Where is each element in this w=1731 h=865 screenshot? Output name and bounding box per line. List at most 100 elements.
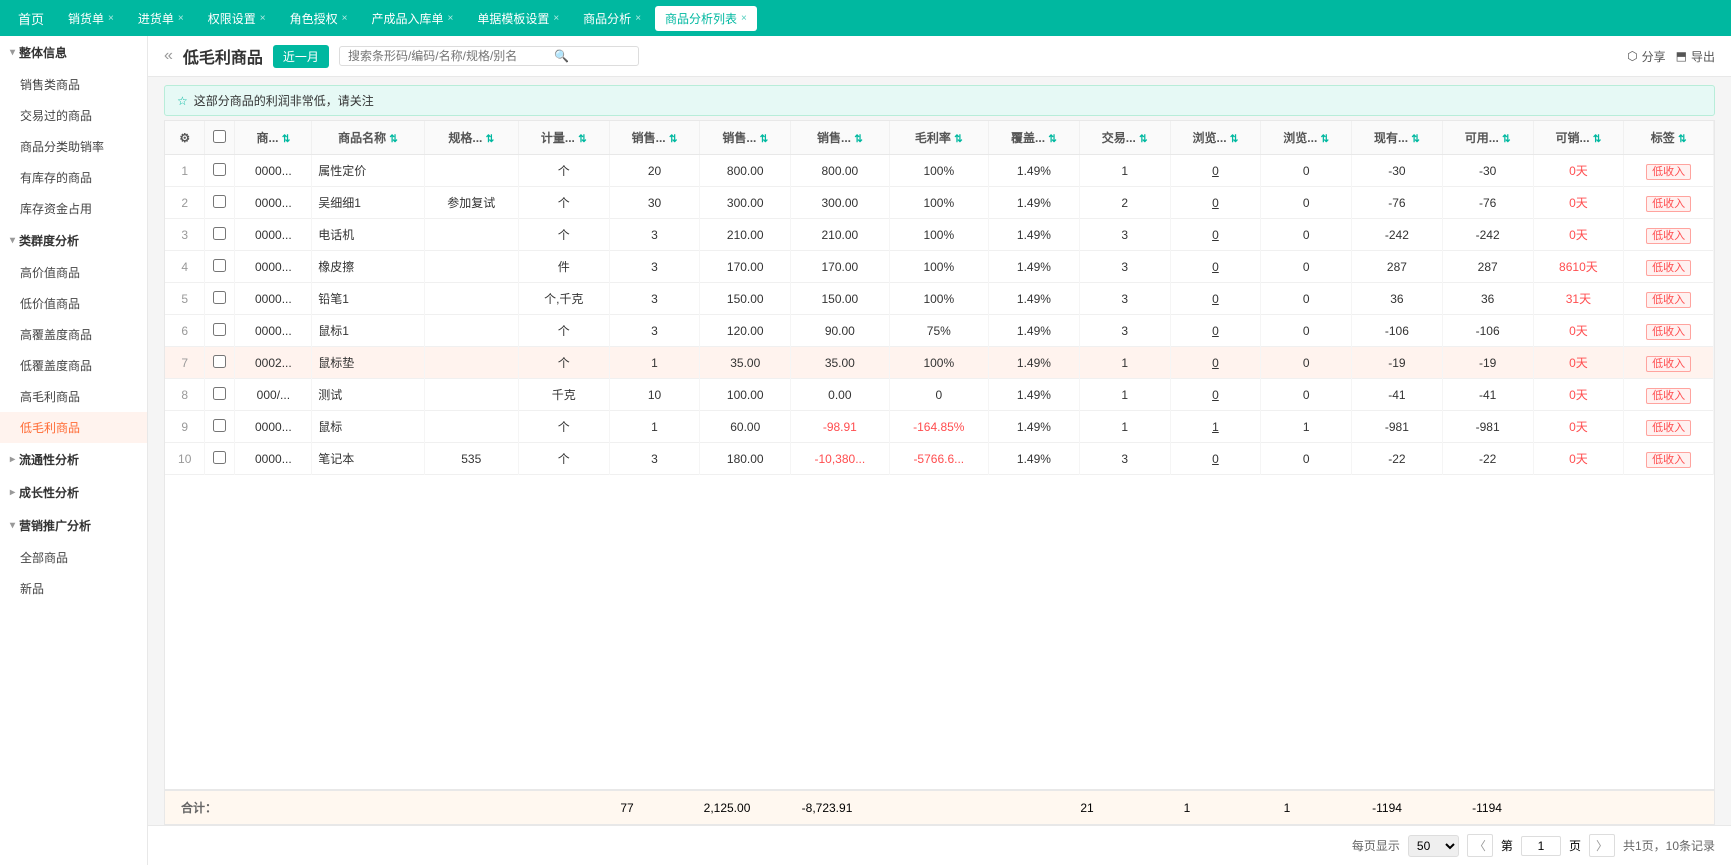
row-checkbox[interactable] (213, 163, 226, 176)
select-all-checkbox[interactable] (213, 130, 226, 143)
nav-close-product-analysis-list[interactable]: × (741, 13, 747, 24)
sidebar-item-new-products[interactable]: 新品 (0, 573, 147, 604)
sidebar-item-low-margin[interactable]: 低毛利商品 (0, 412, 147, 443)
col-sales-qty[interactable]: 销售... ⇅ (609, 121, 700, 155)
sidebar-item-capital[interactable]: 库存资金占用 (0, 193, 147, 224)
cell-browse1[interactable]: 0 (1170, 443, 1261, 475)
col-sales-amount[interactable]: 销售... ⇅ (700, 121, 791, 155)
col-tag[interactable]: 标签 ⇅ (1624, 121, 1714, 155)
row-checkbox[interactable] (213, 291, 226, 304)
col-browse1[interactable]: 浏览... ⇅ (1170, 121, 1261, 155)
col-spec[interactable]: 规格... ⇅ (424, 121, 518, 155)
nav-item-permissions[interactable]: 权限设置 × (198, 6, 276, 31)
export-button[interactable]: ⬒ 导出 (1676, 48, 1715, 65)
row-checkbox[interactable] (213, 323, 226, 336)
col-current-stock[interactable]: 现有... ⇅ (1352, 121, 1443, 155)
search-icon[interactable]: 🔍 (554, 49, 569, 63)
sidebar-section-marketing[interactable]: ▾ 营销推广分析 (0, 509, 147, 542)
sidebar-section-overall[interactable]: ▾ 整体信息 (0, 36, 147, 69)
sidebar-item-high-value[interactable]: 高价值商品 (0, 257, 147, 288)
cell-checkbox[interactable] (205, 187, 235, 219)
nav-item-purchase[interactable]: 进货单 × (128, 6, 194, 31)
sidebar-item-category-rate[interactable]: 商品分类助销率 (0, 131, 147, 162)
row-checkbox[interactable] (213, 227, 226, 240)
col-browse2[interactable]: 浏览... ⇅ (1261, 121, 1352, 155)
cell-current-stock: -22 (1352, 443, 1443, 475)
nav-item-role[interactable]: 角色授权 × (280, 6, 358, 31)
col-name[interactable]: 商品名称 ⇅ (312, 121, 424, 155)
cell-browse1[interactable]: 0 (1170, 283, 1261, 315)
cell-transaction: 1 (1079, 379, 1170, 411)
col-checkbox[interactable] (205, 121, 235, 155)
cell-checkbox[interactable] (205, 155, 235, 187)
col-sales-profit[interactable]: 销售... ⇅ (791, 121, 889, 155)
nav-item-product-analysis-list[interactable]: 商品分析列表 × (655, 6, 757, 31)
cell-browse1[interactable]: 0 (1170, 219, 1261, 251)
main-table-wrapper[interactable]: ⚙ 商... ⇅ 商品名称 ⇅ 规格... ⇅ 计量... ⇅ 销售... ⇅ … (164, 120, 1715, 790)
sidebar-item-low-value[interactable]: 低价值商品 (0, 288, 147, 319)
sidebar-section-cluster[interactable]: ▾ 类群度分析 (0, 224, 147, 257)
cell-checkbox[interactable] (205, 411, 235, 443)
row-checkbox[interactable] (213, 259, 226, 272)
cell-checkbox[interactable] (205, 251, 235, 283)
col-code[interactable]: 商... ⇅ (235, 121, 312, 155)
cell-browse1[interactable]: 0 (1170, 379, 1261, 411)
cell-checkbox[interactable] (205, 219, 235, 251)
cell-current-stock: -30 (1352, 155, 1443, 187)
nav-item-template[interactable]: 单据模板设置 × (467, 6, 569, 31)
sidebar-section-growth[interactable]: ▸ 成长性分析 (0, 476, 147, 509)
cell-checkbox[interactable] (205, 315, 235, 347)
cell-checkbox[interactable] (205, 347, 235, 379)
date-filter-button[interactable]: 近一月 (273, 45, 329, 68)
sidebar-toggle-btn[interactable]: « (164, 47, 173, 65)
row-checkbox[interactable] (213, 387, 226, 400)
share-button[interactable]: ⬡ 分享 (1627, 48, 1666, 65)
sidebar-item-traded-products[interactable]: 交易过的商品 (0, 100, 147, 131)
cell-checkbox[interactable] (205, 283, 235, 315)
row-checkbox[interactable] (213, 195, 226, 208)
nav-item-sales[interactable]: 销货单 × (58, 6, 124, 31)
sidebar-item-sales-products[interactable]: 销售类商品 (0, 69, 147, 100)
nav-close-purchase[interactable]: × (178, 13, 184, 24)
cell-browse1[interactable]: 0 (1170, 187, 1261, 219)
sidebar-section-flow[interactable]: ▸ 流通性分析 (0, 443, 147, 476)
sidebar-item-in-stock[interactable]: 有库存的商品 (0, 162, 147, 193)
nav-item-product-analysis[interactable]: 商品分析 × (573, 6, 651, 31)
cell-browse1[interactable]: 0 (1170, 315, 1261, 347)
nav-close-product-entry[interactable]: × (447, 13, 453, 24)
nav-close-role[interactable]: × (342, 13, 348, 24)
row-checkbox[interactable] (213, 419, 226, 432)
col-unit[interactable]: 计量... ⇅ (518, 121, 609, 155)
cell-checkbox[interactable] (205, 443, 235, 475)
next-page-btn[interactable]: 〉 (1589, 834, 1615, 857)
sidebar-item-low-coverage[interactable]: 低覆盖度商品 (0, 350, 147, 381)
nav-close-product-analysis[interactable]: × (635, 13, 641, 24)
cell-browse1[interactable]: 0 (1170, 251, 1261, 283)
sidebar-item-high-margin[interactable]: 高毛利商品 (0, 381, 147, 412)
search-input[interactable] (348, 49, 548, 63)
page-size-select[interactable]: 50 100 (1408, 835, 1459, 857)
sidebar-item-all-products[interactable]: 全部商品 (0, 542, 147, 573)
col-settings[interactable]: ⚙ (165, 121, 205, 155)
cell-checkbox[interactable] (205, 379, 235, 411)
row-checkbox[interactable] (213, 451, 226, 464)
tag-badge: 低收入 (1646, 388, 1691, 404)
page-number-input[interactable] (1521, 836, 1561, 856)
nav-close-sales[interactable]: × (108, 13, 114, 24)
col-available-stock[interactable]: 可用... ⇅ (1442, 121, 1533, 155)
row-checkbox[interactable] (213, 355, 226, 368)
sidebar-item-high-coverage[interactable]: 高覆盖度商品 (0, 319, 147, 350)
nav-close-template[interactable]: × (553, 13, 559, 24)
cell-browse1[interactable]: 0 (1170, 155, 1261, 187)
nav-item-product-entry[interactable]: 产成品入库单 × (361, 6, 463, 31)
tag-badge: 低收入 (1646, 196, 1691, 212)
col-coverage[interactable]: 覆盖... ⇅ (989, 121, 1080, 155)
cell-browse1[interactable]: 1 (1170, 411, 1261, 443)
cell-browse1[interactable]: 0 (1170, 347, 1261, 379)
col-transaction[interactable]: 交易... ⇅ (1079, 121, 1170, 155)
nav-close-permissions[interactable]: × (260, 13, 266, 24)
col-gross-margin[interactable]: 毛利率 ⇅ (889, 121, 988, 155)
col-sellable-days[interactable]: 可销... ⇅ (1533, 121, 1624, 155)
nav-item-home[interactable]: 首页 (8, 5, 54, 32)
prev-page-btn[interactable]: 〈 (1467, 834, 1493, 857)
